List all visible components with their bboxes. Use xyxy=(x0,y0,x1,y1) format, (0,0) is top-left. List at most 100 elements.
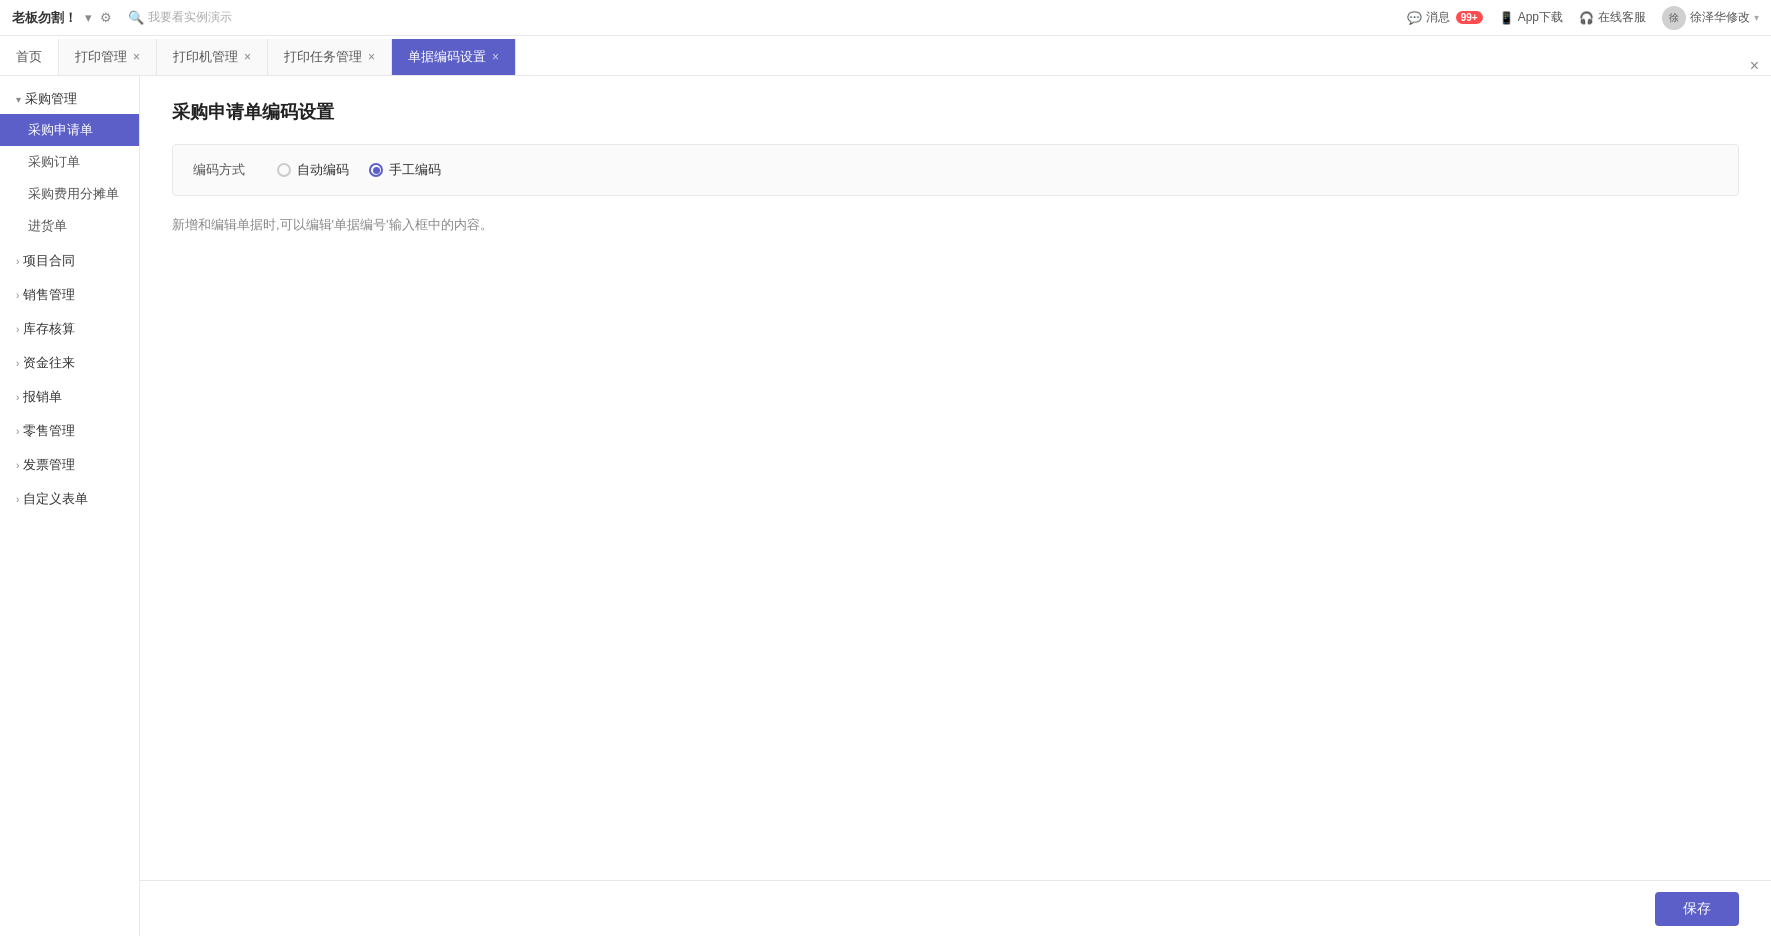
app-icon: 📱 xyxy=(1499,11,1514,25)
online-service-item[interactable]: 🎧 在线客服 xyxy=(1579,9,1646,26)
chevron-right-icon4: › xyxy=(16,358,19,369)
top-bar-right: 💬 消息 99+ 📱 App下载 🎧 在线客服 徐 徐泽华修改 ▾ xyxy=(1407,6,1759,30)
sidebar-group-inventory[interactable]: › 库存核算 xyxy=(0,314,139,344)
sidebar-group-custom-form-label: 自定义表单 xyxy=(23,490,88,508)
avatar: 徐 xyxy=(1662,6,1686,30)
radio-auto-coding[interactable]: 自动编码 xyxy=(277,161,349,179)
sidebar-item-purchase-request-label: 采购申请单 xyxy=(28,122,93,137)
sidebar-section-capital: › 资金往来 xyxy=(0,348,139,378)
app-download-item[interactable]: 📱 App下载 xyxy=(1499,9,1563,26)
gear-icon[interactable]: ⚙ xyxy=(100,10,112,25)
main-layout: ▾ 采购管理 采购申请单 采购订单 采购费用分摊单 进货单 › 项目合同 xyxy=(0,76,1771,936)
sidebar-section-custom-form: › 自定义表单 xyxy=(0,484,139,514)
chevron-right-icon2: › xyxy=(16,290,19,301)
sidebar-item-purchase-expense-label: 采购费用分摊单 xyxy=(28,186,119,201)
auto-coding-label: 自动编码 xyxy=(297,161,349,179)
page-title: 采购申请单编码设置 xyxy=(172,100,1739,124)
message-item[interactable]: 💬 消息 99+ xyxy=(1407,9,1483,26)
manual-coding-label: 手工编码 xyxy=(389,161,441,179)
user-profile-item[interactable]: 徐 徐泽华修改 ▾ xyxy=(1662,6,1759,30)
sidebar-section-expense-claim: › 报销单 xyxy=(0,382,139,412)
content-inner: 采购申请单编码设置 编码方式 自动编码 手工编码 xyxy=(140,76,1771,880)
app-download-label: App下载 xyxy=(1518,9,1563,26)
tab-voucher-coding[interactable]: 单据编码设置 × xyxy=(392,39,516,75)
tab-printer-mgmt[interactable]: 打印机管理 × xyxy=(157,39,268,75)
top-bar-left: 老板勿割！ ▾ ⚙ 🔍 我要看实例演示 xyxy=(12,9,232,27)
chevron-right-icon3: › xyxy=(16,324,19,335)
sidebar-group-invoice-mgmt-label: 发票管理 xyxy=(23,456,75,474)
top-bar: 老板勿割！ ▾ ⚙ 🔍 我要看实例演示 💬 消息 99+ 📱 App下载 🎧 在… xyxy=(0,0,1771,36)
sidebar-group-expense-claim-label: 报销单 xyxy=(23,388,62,406)
sidebar-group-retail-mgmt[interactable]: › 零售管理 xyxy=(0,416,139,446)
chevron-right-icon: › xyxy=(16,256,19,267)
radio-manual-coding-circle xyxy=(369,163,383,177)
message-badge: 99+ xyxy=(1456,11,1483,24)
user-chevron-icon: ▾ xyxy=(1754,12,1759,23)
sidebar-group-retail-mgmt-label: 零售管理 xyxy=(23,422,75,440)
tab-print-mgmt-label: 打印管理 xyxy=(75,48,127,66)
sidebar-item-stock-in[interactable]: 进货单 xyxy=(0,210,139,242)
user-name: 徐泽华修改 xyxy=(1690,9,1750,26)
online-service-label: 在线客服 xyxy=(1598,9,1646,26)
coding-row: 编码方式 自动编码 手工编码 xyxy=(193,161,1718,179)
sidebar-item-purchase-order[interactable]: 采购订单 xyxy=(0,146,139,178)
window-close-icon[interactable]: × xyxy=(1750,57,1759,75)
coding-method-label: 编码方式 xyxy=(193,161,253,179)
chevron-down-icon: ▾ xyxy=(16,94,21,105)
sidebar-group-purchase-mgmt-label: 采购管理 xyxy=(25,90,77,108)
logo-text: 老板勿割！ xyxy=(12,9,77,27)
chevron-right-icon6: › xyxy=(16,426,19,437)
sidebar-item-purchase-expense[interactable]: 采购费用分摊单 xyxy=(0,178,139,210)
chevron-down-icon[interactable]: ▾ xyxy=(85,10,92,25)
tab-voucher-coding-label: 单据编码设置 xyxy=(408,48,486,66)
tab-voucher-coding-close[interactable]: × xyxy=(492,50,499,64)
chevron-right-icon5: › xyxy=(16,392,19,403)
tab-printer-mgmt-label: 打印机管理 xyxy=(173,48,238,66)
sidebar-group-expense-claim[interactable]: › 报销单 xyxy=(0,382,139,412)
sidebar-group-inventory-label: 库存核算 xyxy=(23,320,75,338)
search-icon: 🔍 xyxy=(128,10,144,25)
tab-home[interactable]: 首页 xyxy=(0,39,59,75)
tab-home-label: 首页 xyxy=(16,48,42,66)
sidebar-section-retail-mgmt: › 零售管理 xyxy=(0,416,139,446)
sidebar-section-sales-mgmt: › 销售管理 xyxy=(0,280,139,310)
sidebar-group-project-contract[interactable]: › 项目合同 xyxy=(0,246,139,276)
sidebar-group-sales-mgmt-label: 销售管理 xyxy=(23,286,75,304)
radio-group: 自动编码 手工编码 xyxy=(277,161,441,179)
sidebar: ▾ 采购管理 采购申请单 采购订单 采购费用分摊单 进货单 › 项目合同 xyxy=(0,76,140,936)
sidebar-group-invoice-mgmt[interactable]: › 发票管理 xyxy=(0,450,139,480)
sidebar-group-sales-mgmt[interactable]: › 销售管理 xyxy=(0,280,139,310)
search-placeholder[interactable]: 我要看实例演示 xyxy=(148,9,232,26)
chevron-right-icon8: › xyxy=(16,494,19,505)
tab-bar: 首页 打印管理 × 打印机管理 × 打印任务管理 × 单据编码设置 × × xyxy=(0,36,1771,76)
description-text: 新增和编辑单据时,可以编辑'单据编号'输入框中的内容。 xyxy=(172,216,1739,234)
coding-section: 编码方式 自动编码 手工编码 xyxy=(172,144,1739,196)
tab-print-mgmt[interactable]: 打印管理 × xyxy=(59,39,157,75)
tab-print-task-mgmt-label: 打印任务管理 xyxy=(284,48,362,66)
radio-auto-coding-circle xyxy=(277,163,291,177)
chevron-right-icon7: › xyxy=(16,460,19,471)
sidebar-item-purchase-order-label: 采购订单 xyxy=(28,154,80,169)
sidebar-section-project-contract: › 项目合同 xyxy=(0,246,139,276)
message-label: 消息 xyxy=(1426,9,1450,26)
tab-print-mgmt-close[interactable]: × xyxy=(133,50,140,64)
sidebar-group-custom-form[interactable]: › 自定义表单 xyxy=(0,484,139,514)
content-area: 采购申请单编码设置 编码方式 自动编码 手工编码 xyxy=(140,76,1771,936)
sidebar-group-purchase-mgmt[interactable]: ▾ 采购管理 xyxy=(0,84,139,114)
headset-icon: 🎧 xyxy=(1579,11,1594,25)
content-footer: 保存 xyxy=(140,880,1771,936)
save-button[interactable]: 保存 xyxy=(1655,892,1739,926)
sidebar-section-inventory: › 库存核算 xyxy=(0,314,139,344)
sidebar-item-purchase-request[interactable]: 采购申请单 xyxy=(0,114,139,146)
radio-manual-coding[interactable]: 手工编码 xyxy=(369,161,441,179)
sidebar-group-project-contract-label: 项目合同 xyxy=(23,252,75,270)
sidebar-group-capital[interactable]: › 资金往来 xyxy=(0,348,139,378)
message-icon: 💬 xyxy=(1407,11,1422,25)
tab-printer-mgmt-close[interactable]: × xyxy=(244,50,251,64)
tab-print-task-mgmt[interactable]: 打印任务管理 × xyxy=(268,39,392,75)
tab-print-task-mgmt-close[interactable]: × xyxy=(368,50,375,64)
sidebar-group-capital-label: 资金往来 xyxy=(23,354,75,372)
sidebar-section-invoice-mgmt: › 发票管理 xyxy=(0,450,139,480)
sidebar-item-stock-in-label: 进货单 xyxy=(28,218,67,233)
sidebar-section-purchase: ▾ 采购管理 采购申请单 采购订单 采购费用分摊单 进货单 xyxy=(0,84,139,242)
